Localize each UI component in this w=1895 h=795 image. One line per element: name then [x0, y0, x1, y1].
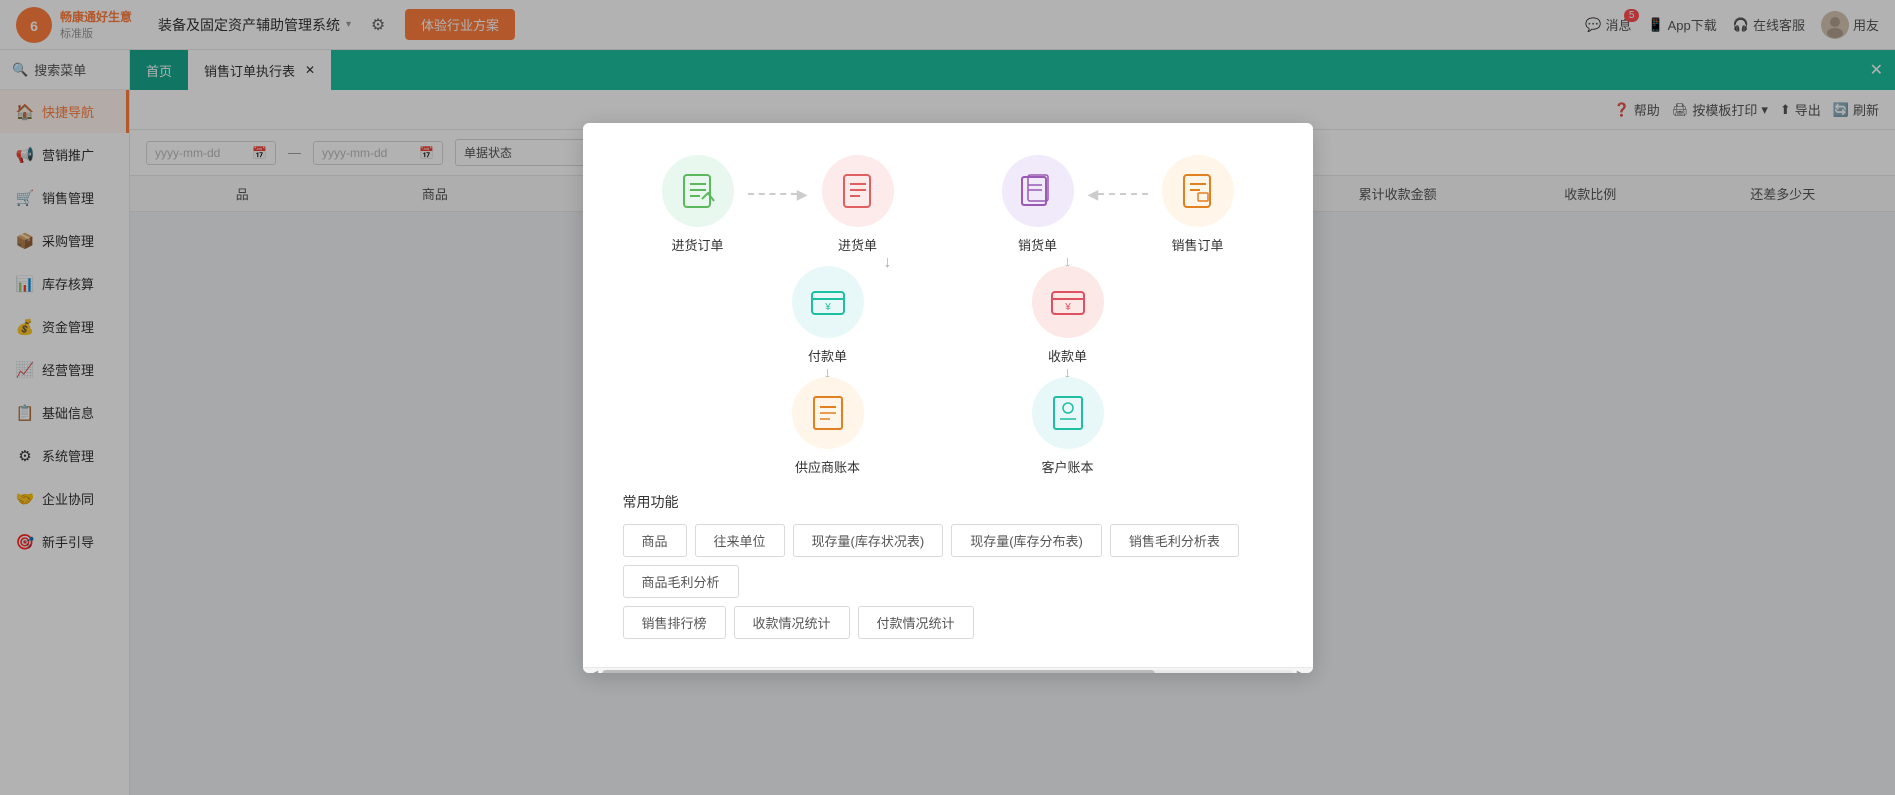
payment-bill-circle: ¥	[792, 266, 864, 338]
supplier-ledger-node: 供应商账本	[778, 377, 878, 476]
purchase-bill-circle	[822, 155, 894, 227]
receipt-bill-circle: ¥	[1032, 266, 1104, 338]
func-btn-product[interactable]: 商品	[623, 524, 687, 557]
sales-bill-node: 销货单	[988, 155, 1088, 254]
modal-overlay[interactable]: 进货订单 ▶	[0, 0, 1895, 795]
scroll-right-icon[interactable]: ▶	[1293, 669, 1309, 673]
func-btn-stock-dist[interactable]: 现存量(库存分布表)	[951, 524, 1102, 557]
modal-dialog: 进货订单 ▶	[583, 123, 1313, 673]
svg-text:¥: ¥	[824, 302, 831, 313]
func-buttons-row2: 销售排行榜 收款情况统计 付款情况统计	[623, 606, 1273, 639]
scroll-left-icon[interactable]: ◀	[587, 669, 603, 673]
func-btn-receipt-stat[interactable]: 收款情况统计	[734, 606, 850, 639]
common-functions-section: 常用功能 商品 往来单位 现存量(库存状况表) 现存量(库存分布表) 销售毛利分…	[623, 476, 1273, 647]
sales-order-node: 销售订单	[1148, 155, 1248, 254]
modal-inner: 进货订单 ▶	[583, 123, 1313, 667]
func-btn-payment-stat[interactable]: 付款情况统计	[858, 606, 974, 639]
receipt-bill-node: ¥ 收款单	[1018, 266, 1118, 365]
func-btn-product-gross[interactable]: 商品毛利分析	[623, 565, 739, 598]
customer-ledger-circle	[1032, 377, 1104, 449]
sales-bill-circle	[1002, 155, 1074, 227]
purchase-order-node: 进货订单	[648, 155, 748, 254]
scrollbar-track[interactable]	[602, 670, 1293, 673]
flow-diagram: 进货订单 ▶	[623, 155, 1273, 476]
customer-ledger-node: 客户账本	[1018, 377, 1118, 476]
func-btn-sales-ranking[interactable]: 销售排行榜	[623, 606, 726, 639]
purchase-order-circle	[662, 155, 734, 227]
func-btn-stock-status[interactable]: 现存量(库存状况表)	[793, 524, 944, 557]
supplier-ledger-circle	[792, 377, 864, 449]
func-btn-gross-analysis[interactable]: 销售毛利分析表	[1110, 524, 1239, 557]
payment-bill-node: ¥ 付款单	[778, 266, 878, 365]
func-buttons-row1: 商品 往来单位 现存量(库存状况表) 现存量(库存分布表) 销售毛利分析表 商品…	[623, 524, 1273, 598]
purchase-bill-node: 进货单	[808, 155, 908, 254]
scrollbar-thumb[interactable]	[602, 670, 1154, 673]
svg-text:¥: ¥	[1064, 302, 1071, 313]
modal-scrollbar[interactable]: ◀ ▶	[583, 667, 1313, 673]
sales-order-circle	[1162, 155, 1234, 227]
func-btn-partner[interactable]: 往来单位	[695, 524, 785, 557]
